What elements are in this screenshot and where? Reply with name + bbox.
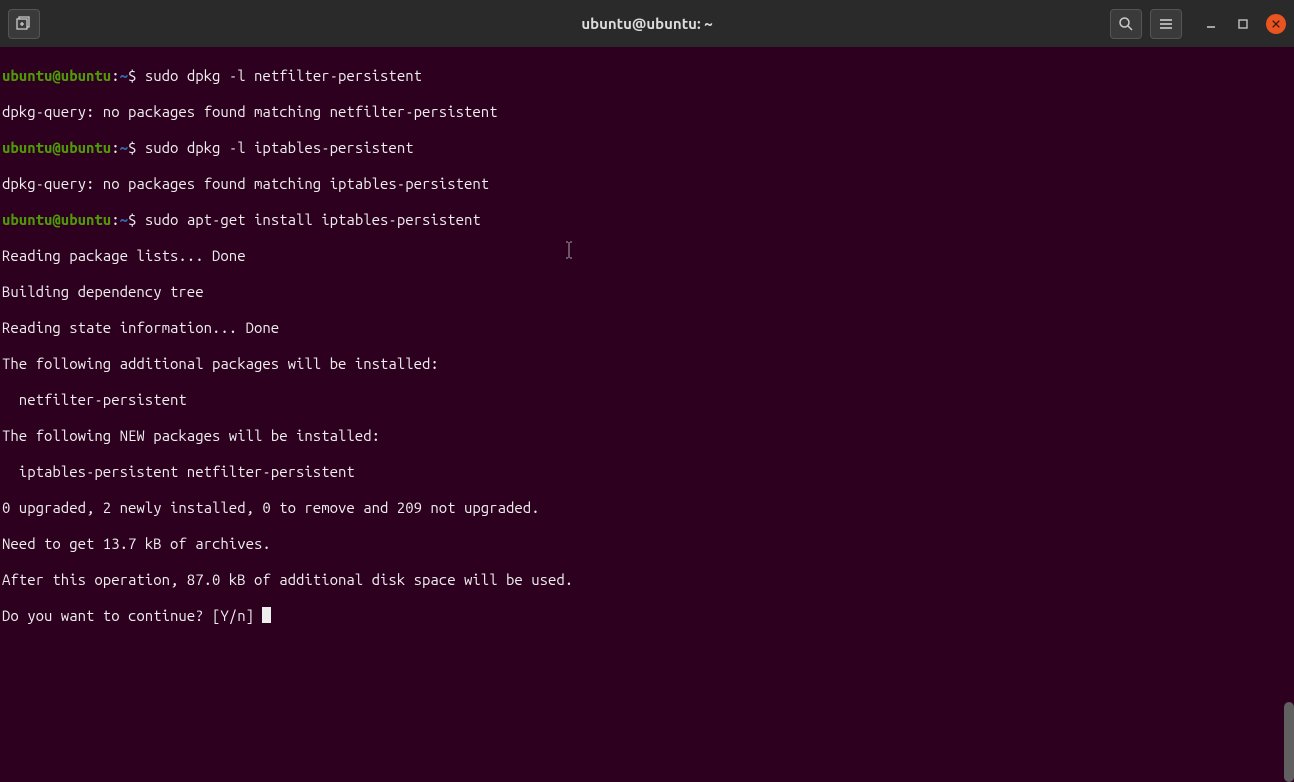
scrollbar-thumb[interactable] [1284,702,1294,782]
new-tab-button[interactable] [8,9,40,39]
new-tab-icon [16,16,32,32]
maximize-button[interactable] [1234,15,1252,33]
hamburger-icon [1158,16,1174,32]
terminal-output: netfilter-persistent [2,391,1292,409]
hamburger-menu-button[interactable] [1150,9,1182,39]
minimize-button[interactable] [1202,15,1220,33]
prompt-user: ubuntu@ubuntu [2,211,111,228]
terminal-cursor [262,607,271,623]
terminal-line: ubuntu@ubuntu:~$ sudo apt-get install ip… [2,211,1292,229]
terminal-output: The following additional packages will b… [2,355,1292,373]
prompt-path: ~ [120,67,128,84]
terminal-area[interactable]: ubuntu@ubuntu:~$ sudo dpkg -l netfilter-… [0,47,1294,741]
terminal-output: Reading package lists... Done [2,247,1292,265]
search-icon [1118,16,1134,32]
terminal-line: ubuntu@ubuntu:~$ sudo dpkg -l netfilter-… [2,67,1292,85]
terminal-output: iptables-persistent netfilter-persistent [2,463,1292,481]
maximize-icon [1237,18,1249,30]
prompt-separator: : [111,67,119,84]
terminal-prompt-line: Do you want to continue? [Y/n] [2,607,1292,625]
terminal-output: dpkg-query: no packages found matching n… [2,103,1292,121]
prompt-path: ~ [120,139,128,156]
terminal-output: 0 upgraded, 2 newly installed, 0 to remo… [2,499,1292,517]
terminal-output: Do you want to continue? [Y/n] [2,607,262,624]
titlebar: ubuntu@ubuntu: ~ [0,0,1294,47]
close-button[interactable] [1266,14,1286,34]
terminal-output: The following NEW packages will be insta… [2,427,1292,445]
prompt-path: ~ [120,211,128,228]
prompt-separator: : [111,211,119,228]
command-text: sudo dpkg -l iptables-persistent [136,139,413,156]
terminal-output: dpkg-query: no packages found matching i… [2,175,1292,193]
window-title: ubuntu@ubuntu: ~ [581,15,712,32]
close-icon [1271,19,1281,29]
terminal-output: Need to get 13.7 kB of archives. [2,535,1292,553]
terminal-output: After this operation, 87.0 kB of additio… [2,571,1292,589]
window-controls [1202,14,1286,34]
command-text: sudo dpkg -l netfilter-persistent [136,67,422,84]
minimize-icon [1205,18,1217,30]
prompt-separator: : [111,139,119,156]
prompt-user: ubuntu@ubuntu [2,67,111,84]
search-button[interactable] [1110,9,1142,39]
terminal-output: Reading state information... Done [2,319,1292,337]
terminal-line: ubuntu@ubuntu:~$ sudo dpkg -l iptables-p… [2,139,1292,157]
prompt-user: ubuntu@ubuntu [2,139,111,156]
titlebar-controls [1110,9,1286,39]
command-text: sudo apt-get install iptables-persistent [136,211,480,228]
terminal-output: Building dependency tree [2,283,1292,301]
